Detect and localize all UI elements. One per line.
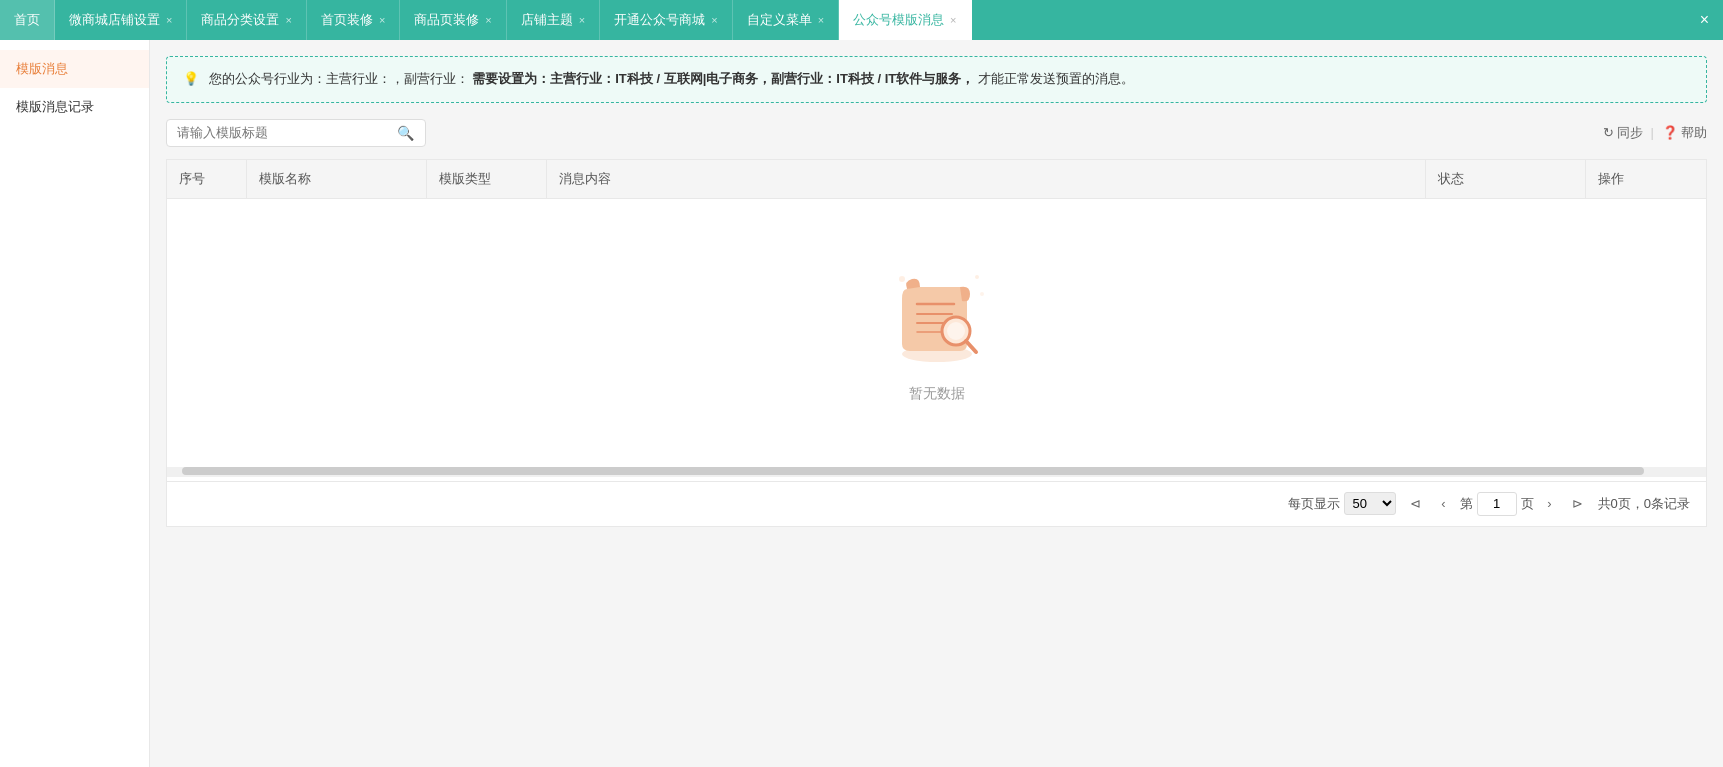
sidebar-item-template-msg-log[interactable]: 模版消息记录 <box>0 88 149 126</box>
tab-label: 公众号模版消息 <box>853 11 944 29</box>
page-nav: ⊲ ‹ 第 页 › ⊳ <box>1404 492 1590 516</box>
notice-suffix: 才能正常发送预置的消息。 <box>978 71 1134 86</box>
tab-open-mall[interactable]: 开通公众号商城 × <box>600 0 732 40</box>
th-status: 状态 <box>1426 160 1586 198</box>
tab-label: 店铺主题 <box>521 11 573 29</box>
help-icon: ❓ <box>1662 125 1678 140</box>
notice-highlight: 需要设置为：主营行业：IT科技 / 互联网|电子商务，副营行业：IT科技 / I… <box>472 71 974 86</box>
tab-product-deco[interactable]: 商品页装修 × <box>400 0 506 40</box>
scrollbar-thumb[interactable] <box>182 467 1644 475</box>
sync-label: 同步 <box>1617 124 1643 142</box>
help-label: 帮助 <box>1681 124 1707 142</box>
tab-close-template-msg[interactable]: × <box>950 14 956 26</box>
tab-category[interactable]: 商品分类设置 × <box>187 0 306 40</box>
page-number-input[interactable] <box>1477 492 1517 516</box>
tab-home[interactable]: 首页 <box>0 0 55 40</box>
page-prefix: 第 <box>1460 495 1473 513</box>
empty-icon <box>882 259 992 369</box>
empty-state: 暂无数据 <box>167 199 1706 463</box>
table-header: 序号模版名称模版类型消息内容状态操作 <box>167 160 1706 199</box>
svg-point-6 <box>947 322 965 340</box>
th-content: 消息内容 <box>547 160 1426 198</box>
main-layout: 模版消息模版消息记录 💡 您的公众号行业为：主营行业：，副营行业： 需要设置为：… <box>0 40 1723 767</box>
tab-close-homepage-deco[interactable]: × <box>379 14 385 26</box>
tab-close-category[interactable]: × <box>285 14 291 26</box>
sidebar-item-template-msg[interactable]: 模版消息 <box>0 50 149 88</box>
last-page-button[interactable]: ⊳ <box>1566 492 1590 516</box>
tab-close-shop-theme[interactable]: × <box>579 14 585 26</box>
search-input[interactable] <box>177 125 397 140</box>
prev-page-button[interactable]: ‹ <box>1432 492 1456 516</box>
divider: | <box>1651 125 1654 140</box>
search-bar: 🔍 ↻ 同步 | ❓ 帮助 <box>166 119 1707 147</box>
search-input-wrap[interactable]: 🔍 <box>166 119 426 147</box>
notice-icon: 💡 <box>183 71 199 86</box>
table-wrap: 序号模版名称模版类型消息内容状态操作 <box>166 159 1707 527</box>
search-icon[interactable]: 🔍 <box>397 125 414 141</box>
top-nav: 首页微商城店铺设置×商品分类设置×首页装修×商品页装修×店铺主题×开通公众号商城… <box>0 0 1723 40</box>
th-type: 模版类型 <box>427 160 547 198</box>
search-actions: ↻ 同步 | ❓ 帮助 <box>1603 124 1707 142</box>
notice-box: 💡 您的公众号行业为：主营行业：，副营行业： 需要设置为：主营行业：IT科技 /… <box>166 56 1707 103</box>
page-size-dropdown[interactable]: 102050100 <box>1344 492 1396 515</box>
help-button[interactable]: ❓ 帮助 <box>1662 124 1707 142</box>
tab-close-micro-shop[interactable]: × <box>166 14 172 26</box>
scrollbar-area[interactable] <box>167 467 1706 477</box>
tab-label: 开通公众号商城 <box>614 11 705 29</box>
th-name: 模版名称 <box>247 160 427 198</box>
empty-text: 暂无数据 <box>909 385 965 403</box>
th-index: 序号 <box>167 160 247 198</box>
tab-close-custom-menu[interactable]: × <box>818 14 824 26</box>
pagination: 每页显示 102050100 ⊲ ‹ 第 页 › ⊳ 共0页，0条记录 <box>167 481 1706 526</box>
tab-micro-shop[interactable]: 微商城店铺设置 × <box>55 0 187 40</box>
svg-point-8 <box>899 276 905 282</box>
tab-shop-theme[interactable]: 店铺主题 × <box>507 0 600 40</box>
tab-label: 商品分类设置 <box>201 11 279 29</box>
tab-custom-menu[interactable]: 自定义菜单 × <box>733 0 839 40</box>
tab-label: 自定义菜单 <box>747 11 812 29</box>
sync-icon: ↻ <box>1603 125 1614 140</box>
th-action: 操作 <box>1586 160 1706 198</box>
tab-template-msg[interactable]: 公众号模版消息 × <box>839 0 971 40</box>
tab-close-open-mall[interactable]: × <box>711 14 717 26</box>
svg-point-9 <box>975 275 979 279</box>
svg-point-10 <box>980 292 984 296</box>
page-suffix: 页 <box>1521 495 1534 513</box>
tab-homepage-deco[interactable]: 首页装修 × <box>307 0 400 40</box>
tab-label: 微商城店铺设置 <box>69 11 160 29</box>
tab-label: 首页 <box>14 11 40 29</box>
sync-button[interactable]: ↻ 同步 <box>1603 124 1643 142</box>
content-area: 💡 您的公众号行业为：主营行业：，副营行业： 需要设置为：主营行业：IT科技 /… <box>150 40 1723 767</box>
tab-label: 商品页装修 <box>414 11 479 29</box>
first-page-button[interactable]: ⊲ <box>1404 492 1428 516</box>
page-size-select: 每页显示 102050100 <box>1288 492 1396 515</box>
tab-close-product-deco[interactable]: × <box>485 14 491 26</box>
close-all-button[interactable]: × <box>1686 0 1723 40</box>
total-info: 共0页，0条记录 <box>1598 495 1690 513</box>
page-size-label: 每页显示 <box>1288 495 1340 513</box>
next-page-button[interactable]: › <box>1538 492 1562 516</box>
notice-prefix: 您的公众号行业为：主营行业：，副营行业： <box>209 71 469 86</box>
tab-label: 首页装修 <box>321 11 373 29</box>
sidebar: 模版消息模版消息记录 <box>0 40 150 767</box>
